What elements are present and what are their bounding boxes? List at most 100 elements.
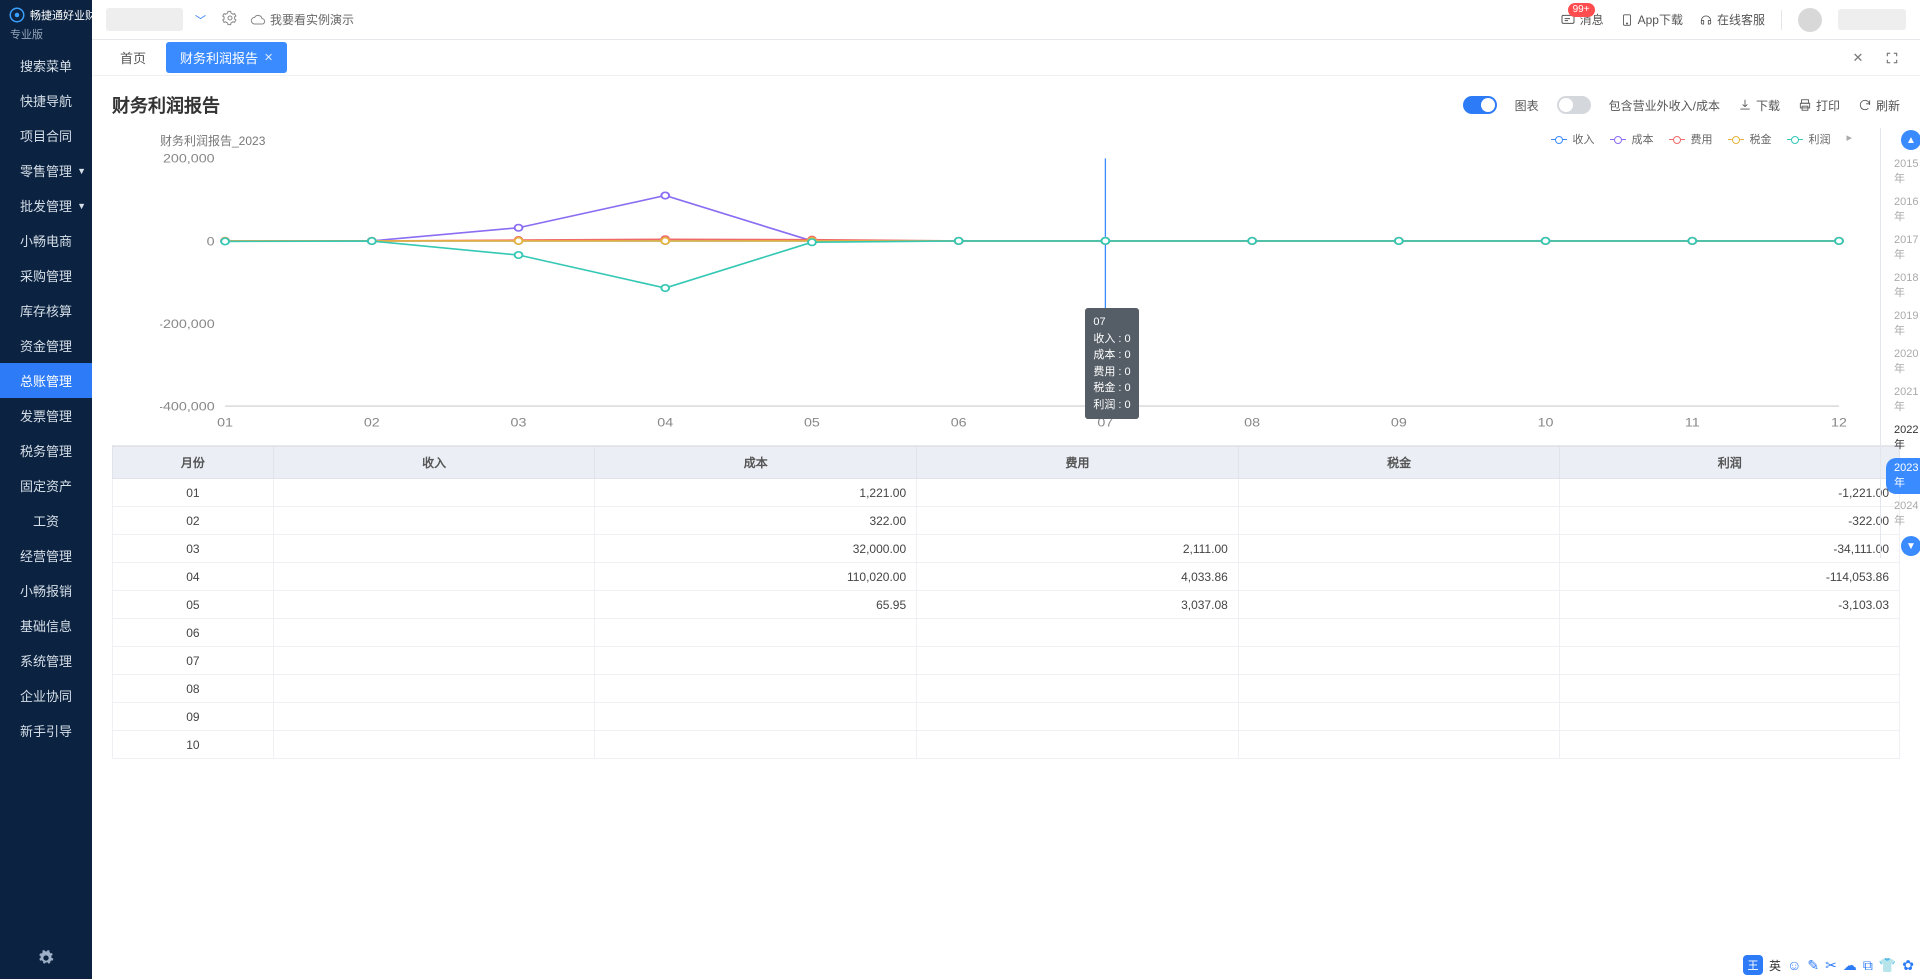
year-2023年[interactable]: 2023年 bbox=[1886, 458, 1920, 494]
org-settings-icon[interactable] bbox=[222, 10, 238, 29]
ime-lang[interactable]: 英 bbox=[1769, 957, 1781, 974]
ime-shirt-icon[interactable]: 👕 bbox=[1879, 957, 1896, 974]
org-name-placeholder[interactable] bbox=[106, 8, 183, 31]
cell-fee bbox=[917, 675, 1239, 703]
nav-item-项目合同[interactable]: 项目合同 bbox=[0, 118, 92, 153]
year-2016年[interactable]: 2016年 bbox=[1886, 192, 1920, 228]
nav-item-小畅报销[interactable]: 小畅报销 bbox=[0, 573, 92, 608]
year-2020年[interactable]: 2020年 bbox=[1886, 344, 1920, 380]
brand-logo: 畅捷通好业财 bbox=[0, 0, 92, 26]
org-dropdown-icon[interactable]: ﹀ bbox=[195, 12, 206, 28]
cell-cost: 110,020.00 bbox=[595, 563, 917, 591]
download-button[interactable]: 下载 bbox=[1738, 97, 1780, 114]
legend-item[interactable]: 利润 bbox=[1787, 131, 1830, 147]
nav-item-库存核算[interactable]: 库存核算 bbox=[0, 293, 92, 328]
chart-toggle[interactable] bbox=[1463, 96, 1497, 114]
chart-area[interactable]: 收入成本费用税金利润▸ -400,000-200,0000200,0000102… bbox=[160, 153, 1852, 433]
nav-item-小畅电商[interactable]: 小畅电商 bbox=[0, 223, 92, 258]
nav-item-基础信息[interactable]: 基础信息 bbox=[0, 608, 92, 643]
chevron-down-icon: ▼ bbox=[77, 166, 86, 176]
year-2017年[interactable]: 2017年 bbox=[1886, 230, 1920, 266]
cell-month: 10 bbox=[113, 731, 274, 759]
year-2024年[interactable]: 2024年 bbox=[1886, 496, 1920, 532]
nav-item-label: 工资 bbox=[33, 511, 59, 530]
tab-home[interactable]: 首页 bbox=[106, 42, 160, 73]
nav-item-零售管理[interactable]: 零售管理▼ bbox=[0, 153, 92, 188]
cell-month: 02 bbox=[113, 507, 274, 535]
svg-text:02: 02 bbox=[364, 416, 380, 430]
tab-profit-report[interactable]: 财务利润报告 ✕ bbox=[166, 42, 287, 73]
cell-fee: 3,037.08 bbox=[917, 591, 1239, 619]
cell-cost bbox=[595, 619, 917, 647]
close-all-tabs-button[interactable]: ✕ bbox=[1844, 44, 1872, 72]
nav-item-新手引导[interactable]: 新手引导 bbox=[0, 713, 92, 748]
legend-item[interactable]: 税金 bbox=[1728, 131, 1771, 147]
page-title: 财务利润报告 bbox=[112, 92, 220, 118]
ime-link-icon[interactable]: ⧉ bbox=[1863, 957, 1873, 974]
nav-item-label: 快捷导航 bbox=[20, 91, 72, 110]
nav-item-资金管理[interactable]: 资金管理 bbox=[0, 328, 92, 363]
ime-cloud-icon[interactable]: ☁ bbox=[1843, 957, 1857, 974]
legend-item[interactable]: 收入 bbox=[1551, 131, 1594, 147]
customer-service-link[interactable]: 在线客服 bbox=[1699, 11, 1765, 28]
download-icon bbox=[1738, 98, 1752, 112]
nav-item-批发管理[interactable]: 批发管理▼ bbox=[0, 188, 92, 223]
nav-item-label: 资金管理 bbox=[20, 336, 72, 355]
messages-link[interactable]: 99+ 消息 bbox=[1560, 11, 1604, 28]
customer-service-label: 在线客服 bbox=[1717, 11, 1765, 28]
sidebar: 畅捷通好业财 专业版 搜索菜单快捷导航项目合同零售管理▼批发管理▼小畅电商采购管… bbox=[0, 0, 92, 979]
nav-item-label: 小畅报销 bbox=[20, 581, 72, 600]
year-2019年[interactable]: 2019年 bbox=[1886, 306, 1920, 342]
demo-link[interactable]: 我要看实例演示 bbox=[250, 11, 354, 28]
year-2022年[interactable]: 2022年 bbox=[1886, 420, 1920, 456]
ime-settings-icon[interactable]: ✿ bbox=[1902, 957, 1914, 974]
legend-more-icon[interactable]: ▸ bbox=[1846, 131, 1852, 147]
ime-scissors-icon[interactable]: ✂ bbox=[1825, 957, 1837, 974]
cell-cost: 1,221.00 bbox=[595, 479, 917, 507]
settings-icon[interactable] bbox=[38, 950, 54, 969]
cell-tax bbox=[1238, 479, 1560, 507]
nav-item-搜索菜单[interactable]: 搜索菜单 bbox=[0, 48, 92, 83]
print-button[interactable]: 打印 bbox=[1798, 97, 1840, 114]
user-name-placeholder[interactable] bbox=[1838, 9, 1906, 30]
nav-item-经营管理[interactable]: 经营管理 bbox=[0, 538, 92, 573]
nav-item-企业协同[interactable]: 企业协同 bbox=[0, 678, 92, 713]
refresh-button[interactable]: 刷新 bbox=[1858, 97, 1900, 114]
year-2015年[interactable]: 2015年 bbox=[1886, 154, 1920, 190]
ime-edit-icon[interactable]: ✎ bbox=[1807, 957, 1819, 974]
table-row: 09 bbox=[113, 703, 1900, 731]
nav-item-固定资产[interactable]: 固定资产 bbox=[0, 468, 92, 503]
tab-home-label: 首页 bbox=[120, 48, 146, 67]
table-row: 011,221.00-1,221.00 bbox=[113, 479, 1900, 507]
app-download-link[interactable]: App下载 bbox=[1620, 11, 1683, 28]
nav-item-系统管理[interactable]: 系统管理 bbox=[0, 643, 92, 678]
nav-item-label: 新手引导 bbox=[20, 721, 72, 740]
ime-brand[interactable]: 王 bbox=[1743, 955, 1763, 975]
cell-month: 08 bbox=[113, 675, 274, 703]
ime-smile-icon[interactable]: ☺ bbox=[1787, 957, 1801, 973]
fullscreen-button[interactable] bbox=[1878, 44, 1906, 72]
svg-text:06: 06 bbox=[951, 416, 967, 430]
legend-item[interactable]: 费用 bbox=[1669, 131, 1712, 147]
avatar[interactable] bbox=[1798, 8, 1822, 32]
nav-item-税务管理[interactable]: 税务管理 bbox=[0, 433, 92, 468]
nav-item-工资[interactable]: 工资 bbox=[0, 503, 92, 538]
extra-income-toggle[interactable] bbox=[1557, 96, 1591, 114]
cell-cost: 322.00 bbox=[595, 507, 917, 535]
nav-item-快捷导航[interactable]: 快捷导航 bbox=[0, 83, 92, 118]
nav-item-发票管理[interactable]: 发票管理 bbox=[0, 398, 92, 433]
nav-item-采购管理[interactable]: 采购管理 bbox=[0, 258, 92, 293]
svg-text:-400,000: -400,000 bbox=[160, 400, 215, 414]
cell-profit bbox=[1560, 731, 1900, 759]
close-icon[interactable]: ✕ bbox=[264, 51, 273, 64]
year-scroll-up[interactable]: ▲ bbox=[1901, 130, 1920, 150]
year-2018年[interactable]: 2018年 bbox=[1886, 268, 1920, 304]
table-row: 04110,020.004,033.86-114,053.86 bbox=[113, 563, 1900, 591]
year-2021年[interactable]: 2021年 bbox=[1886, 382, 1920, 418]
cell-income bbox=[273, 703, 595, 731]
legend-item[interactable]: 成本 bbox=[1610, 131, 1653, 147]
cell-fee bbox=[917, 731, 1239, 759]
year-scroll-down[interactable]: ▼ bbox=[1901, 536, 1920, 556]
cell-tax bbox=[1238, 563, 1560, 591]
nav-item-总账管理[interactable]: 总账管理 bbox=[0, 363, 92, 398]
